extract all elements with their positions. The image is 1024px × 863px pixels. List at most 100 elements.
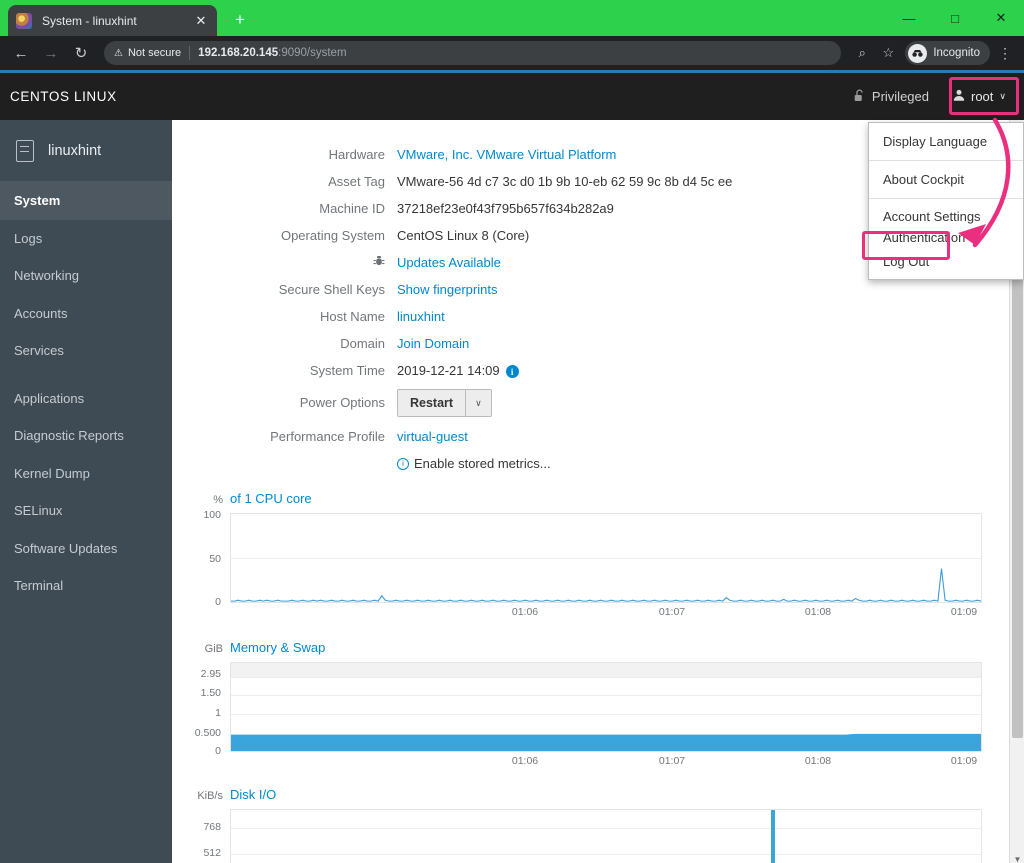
menu-item-display-language[interactable]: Display Language <box>869 127 1023 156</box>
sidebar-item-software-updates[interactable]: Software Updates <box>0 530 172 568</box>
security-label: Not secure <box>127 47 182 59</box>
address-bar[interactable]: ⚠ Not secure 192.168.20.145 :9090/system <box>104 41 842 65</box>
info-label: System Time <box>309 363 385 378</box>
window-close-icon[interactable]: ✕ <box>978 0 1024 36</box>
menu-item-account-settings[interactable]: Account Settings <box>869 203 1023 227</box>
close-icon[interactable]: ✕ <box>193 14 209 27</box>
memory-ytick-1: 1 <box>215 707 221 719</box>
sidebar-item-services[interactable]: Services <box>0 332 172 370</box>
omnibox-divider <box>189 46 191 60</box>
memory-chart-header: GiB Memory & Swap <box>172 640 1024 655</box>
menu-divider <box>869 160 1023 161</box>
disk-chart-unit: KiB/s <box>197 790 223 802</box>
scroll-down-arrow-icon[interactable]: ▼ <box>1010 855 1024 863</box>
sidebar-item-accounts[interactable]: Accounts <box>0 295 172 333</box>
clock-icon: i <box>397 458 409 470</box>
minimize-icon[interactable]: — <box>886 0 932 36</box>
performance-profile-link[interactable]: virtual-guest <box>397 428 468 446</box>
browser-menu-icon[interactable]: ⋮ <box>994 45 1016 62</box>
sidebar-item-selinux[interactable]: SELinux <box>0 492 172 530</box>
system-time-link[interactable]: 2019-12-21 14:09 <box>397 363 500 378</box>
forward-icon[interactable]: → <box>38 40 64 66</box>
window-controls: — □ ✕ <box>886 0 1024 36</box>
memory-xtick-2: 01:08 <box>804 755 832 767</box>
memory-xtick-1: 01:07 <box>658 755 686 767</box>
scrollbar-thumb[interactable] <box>1012 268 1023 738</box>
sidebar-item-diagnostic-reports[interactable]: Diagnostic Reports <box>0 417 172 455</box>
host-name-link[interactable]: linuxhint <box>397 308 445 326</box>
new-tab-button[interactable]: + <box>228 9 252 33</box>
hardware-link[interactable]: VMware, Inc. VMware Virtual Platform <box>397 146 616 164</box>
disk-chart-title[interactable]: Disk I/O <box>230 787 276 802</box>
browser-chrome: System - linuxhint ✕ + — □ ✕ ← → ↻ ⚠ Not… <box>0 0 1024 70</box>
updates-icon-cell <box>172 254 397 272</box>
menu-item-log-out[interactable]: Log Out <box>869 249 1023 275</box>
cpu-ytick-50: 50 <box>209 553 221 565</box>
updates-available-link[interactable]: Updates Available <box>397 254 501 272</box>
zoom-icon[interactable]: ⌕ <box>849 45 875 61</box>
sidebar-item-terminal[interactable]: Terminal <box>0 567 172 605</box>
menu-item-about-cockpit[interactable]: About Cockpit <box>869 165 1023 194</box>
info-row-enable-metrics: i Enable stored metrics... <box>172 455 1024 473</box>
memory-ytick-150: 1.50 <box>200 687 221 699</box>
user-menu-button[interactable]: root ∨ <box>943 82 1016 111</box>
sidebar-item-kernel-dump[interactable]: Kernel Dump <box>0 455 172 493</box>
browser-tab[interactable]: System - linuxhint ✕ <box>8 5 217 36</box>
sidebar-item-logs[interactable]: Logs <box>0 220 172 258</box>
sidebar-item-applications[interactable]: Applications <box>0 380 172 418</box>
info-label: Domain <box>340 336 385 351</box>
memory-chart: GiB Memory & Swap 2.95 1.50 1 0.500 0 01… <box>172 640 1024 771</box>
memory-xtick-3: 01:09 <box>950 755 978 767</box>
cpu-chart-unit: % <box>213 494 223 506</box>
power-options-button-group[interactable]: Restart ∨ <box>397 389 492 417</box>
info-row-system-time: System Time 2019-12-21 14:09 i <box>172 362 1024 380</box>
browser-toolbar: ← → ↻ ⚠ Not secure 192.168.20.145 :9090/… <box>0 36 1024 70</box>
info-label: Performance Profile <box>270 429 385 444</box>
brand-title: CENTOS LINUX <box>10 89 117 104</box>
cpu-chart-title[interactable]: of 1 CPU core <box>230 491 312 506</box>
sidebar-host-row[interactable]: linuxhint <box>0 120 172 182</box>
disk-chart-header: KiB/s Disk I/O <box>172 787 1024 802</box>
info-label: Power Options <box>299 395 385 410</box>
sidebar-item-networking[interactable]: Networking <box>0 257 172 295</box>
info-label: Machine ID <box>319 201 385 216</box>
maximize-icon[interactable]: □ <box>932 0 978 36</box>
memory-ytick-0500: 0.500 <box>194 727 221 739</box>
info-label: Asset Tag <box>328 174 385 189</box>
memory-chart-unit: GiB <box>204 643 223 655</box>
show-fingerprints-link[interactable]: Show fingerprints <box>397 281 497 299</box>
incognito-indicator[interactable]: Incognito <box>905 41 990 65</box>
join-domain-link[interactable]: Join Domain <box>397 335 469 353</box>
enable-stored-metrics-cell[interactable]: i Enable stored metrics... <box>397 455 551 473</box>
sidebar-divider <box>0 370 172 380</box>
memory-plot[interactable] <box>230 662 982 752</box>
reload-icon[interactable]: ↻ <box>68 40 94 66</box>
cpu-chart: % of 1 CPU core 100 50 0 01:06 01:07 01:… <box>172 491 1024 622</box>
cpu-plot[interactable] <box>230 513 982 603</box>
info-row-performance-profile: Performance Profile virtual-guest <box>172 428 1024 446</box>
bug-icon <box>373 256 385 270</box>
restart-button[interactable]: Restart <box>397 389 467 417</box>
incognito-label: Incognito <box>933 47 980 59</box>
memory-xtick-0: 01:06 <box>511 755 539 767</box>
machine-id-value: 37218ef23e0f43f795b657f634b282a9 <box>397 201 614 216</box>
enable-stored-metrics-link[interactable]: Enable stored metrics... <box>414 455 551 473</box>
info-row-domain: Domain Join Domain <box>172 335 1024 353</box>
chevron-down-icon[interactable]: ∨ <box>466 389 492 417</box>
back-icon[interactable]: ← <box>8 40 34 66</box>
info-icon[interactable]: i <box>505 365 519 379</box>
disk-plot[interactable] <box>230 809 982 863</box>
sidebar-hostname: linuxhint <box>48 142 102 159</box>
cpu-chart-header: % of 1 CPU core <box>172 491 1024 506</box>
privileged-indicator: Privileged <box>854 88 929 105</box>
menu-item-authentication[interactable]: Authentication <box>869 227 1023 249</box>
info-label: Operating System <box>280 228 385 243</box>
asset-tag-value: VMware-56 4d c7 3c d0 1b 9b 10-eb 62 59 … <box>397 174 733 189</box>
disk-ytick-512: 512 <box>203 847 221 859</box>
tab-title: System - linuxhint <box>42 13 137 28</box>
bookmark-star-icon[interactable]: ☆ <box>875 45 901 61</box>
info-row-power-options: Power Options Restart ∨ <box>172 389 1024 417</box>
incognito-icon <box>908 43 928 63</box>
memory-chart-title[interactable]: Memory & Swap <box>230 640 325 655</box>
sidebar-item-system[interactable]: System <box>0 182 172 220</box>
